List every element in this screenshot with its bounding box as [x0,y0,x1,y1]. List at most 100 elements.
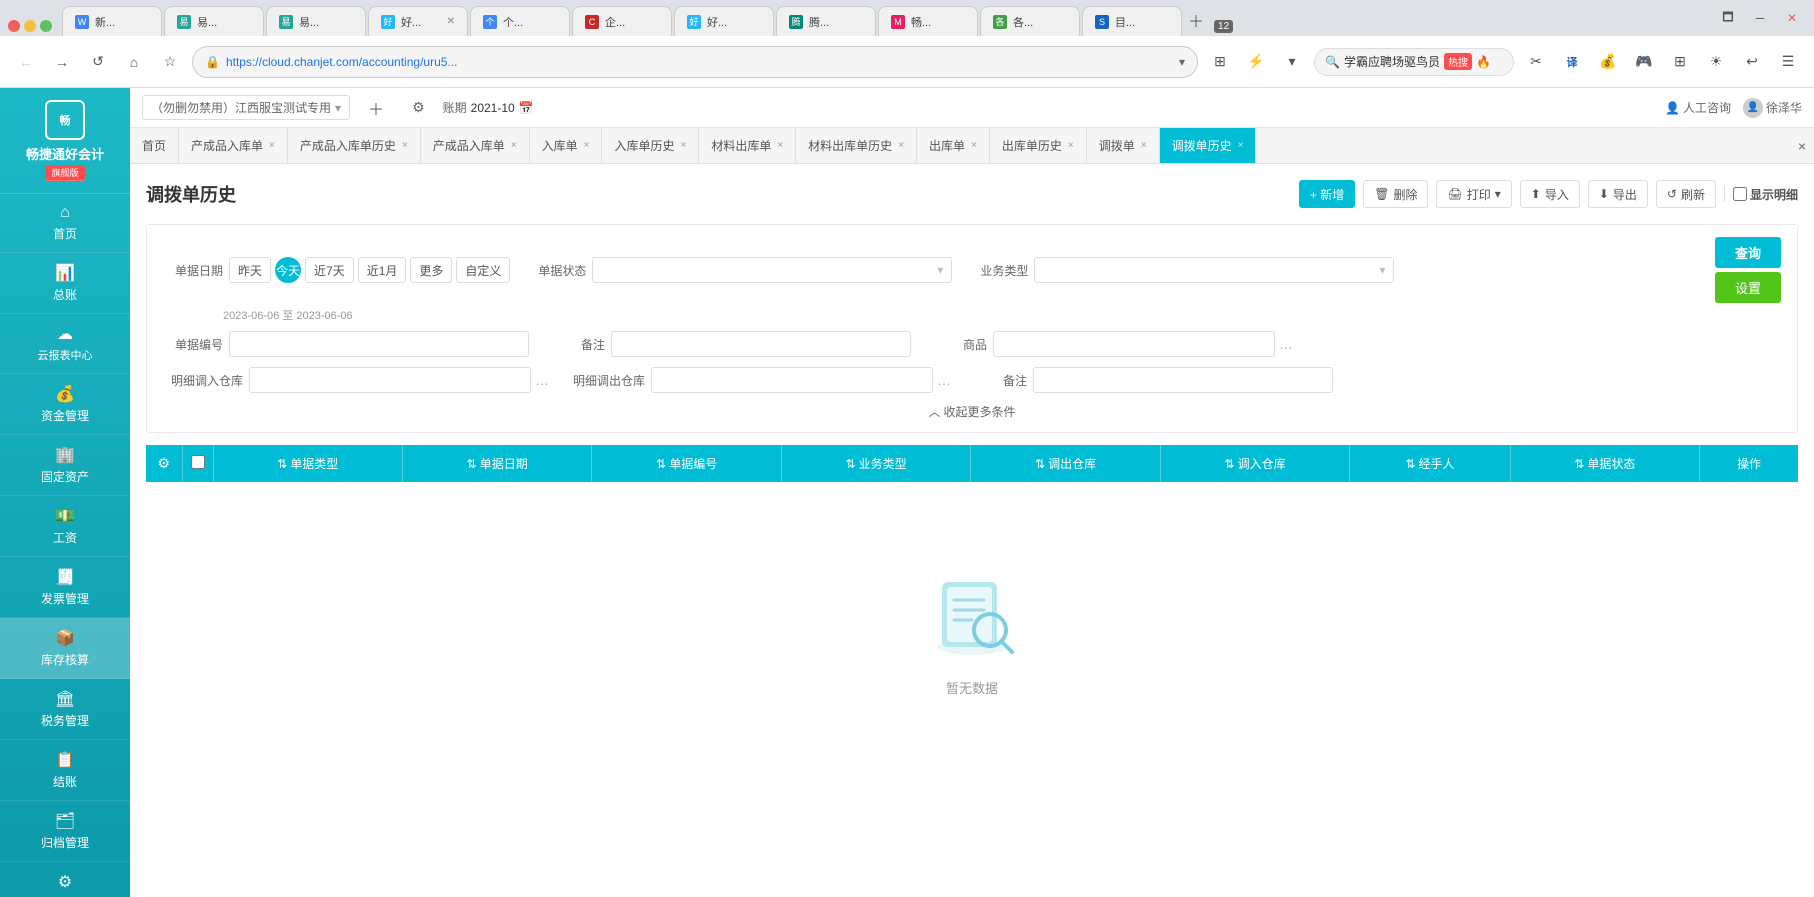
browser-tab-11[interactable]: S 目... [1082,6,1182,36]
browser-tab-8[interactable]: 腾 腾... [776,6,876,36]
tab-bar-close-btn[interactable]: × [1790,134,1814,158]
th-gear[interactable]: ⚙ [146,445,182,482]
page-tab-6[interactable]: 材料出库单 × [699,128,796,164]
print-btn[interactable]: 🖨 打印 ▾ [1436,180,1511,208]
th-out[interactable]: ⇅ 调出仓库 [971,445,1160,482]
page-tab-history-close[interactable]: × [1238,140,1244,151]
menu-btn[interactable]: ☰ [1774,48,1802,76]
delete-btn[interactable]: 🗑 删除 [1363,180,1428,208]
browser-tab-3[interactable]: 易 易... [266,6,366,36]
page-tab-7[interactable]: 材料出库单历史 × [796,128,917,164]
import-btn[interactable]: ⬆ 导入 [1520,180,1580,208]
back-btn[interactable]: ← [12,48,40,76]
reload-btn[interactable]: ↺ [84,48,112,76]
browser-tab-5[interactable]: 个 个... [470,6,570,36]
address-dropdown-icon[interactable]: ▾ [1179,55,1185,69]
page-tab-8-close[interactable]: × [971,140,977,151]
collapse-btn[interactable]: ︿ 收起更多条件 [928,403,1015,420]
window-min-btn[interactable] [24,20,36,32]
browser-tab-2[interactable]: 易 易... [164,6,264,36]
note-input[interactable] [611,331,911,357]
sidebar-item-invoice[interactable]: 🧾 发票管理 [0,557,130,618]
show-all-checkbox[interactable] [1733,187,1747,201]
grid-btn[interactable]: ⊞ [1666,48,1694,76]
browser-search-bar[interactable]: 🔍 学霸应聘场驱鸟员 热搜 🔥 [1314,48,1514,76]
sidebar-item-inventory[interactable]: 📦 库存核算 [0,618,130,679]
detail-in-input[interactable] [249,367,531,393]
table-gear-icon[interactable]: ⚙ [157,455,170,471]
page-tab-8[interactable]: 出库单 × [917,128,990,164]
browser-tab-10[interactable]: 各 各... [980,6,1080,36]
th-checkbox[interactable] [182,445,213,482]
window-close-btn[interactable] [8,20,20,32]
th-type[interactable]: ⇅ 单据类型 [213,445,402,482]
game-btn[interactable]: 🎮 [1630,48,1658,76]
goods-dots-btn[interactable]: … [1279,336,1293,352]
page-tab-9[interactable]: 出库单历史 × [990,128,1087,164]
page-tab-home[interactable]: 首页 [130,128,179,164]
page-tab-5-close[interactable]: × [680,140,686,151]
extensions-btn[interactable]: ⊞ [1206,48,1234,76]
select-all-checkbox[interactable] [191,455,205,469]
user-avatar-btn[interactable]: 👤 徐泽华 [1743,98,1802,118]
window-max-btn[interactable] [40,20,52,32]
sidebar-item-settings[interactable]: ⚙ 基础设置 [0,862,130,897]
company-selector[interactable]: （勿删勿禁用）江西服宝测试专用 ▾ [142,95,350,120]
browser-tab-4[interactable]: 好 好... ✕ [368,6,468,36]
show-all-btn[interactable]: 显示明细 [1733,186,1798,203]
page-tab-6-close[interactable]: × [777,140,783,151]
translate-btn[interactable]: 译 [1558,48,1586,76]
browser-tab-7[interactable]: 好 好... [674,6,774,36]
browser-tab-6[interactable]: C 企... [572,6,672,36]
address-bar[interactable]: 🔒 https://cloud.chanjet.com/accounting/u… [192,46,1198,78]
window-close-x-btn[interactable]: ✕ [1778,4,1806,32]
address-expand-btn[interactable]: ▾ [1278,48,1306,76]
lightning-btn[interactable]: ⚡ [1242,48,1270,76]
page-tab-4-close[interactable]: × [584,140,590,151]
query-btn[interactable]: 查询 [1715,237,1781,268]
detail-out-dots-btn[interactable]: … [937,372,951,388]
refresh-btn[interactable]: ↺ 刷新 [1656,180,1716,208]
sidebar-item-report[interactable]: ☁ 云报表中心 [0,314,130,374]
window-minimize-btn[interactable]: ─ [1746,4,1774,32]
period-value[interactable]: 2021-10 📅 [471,101,534,115]
detail-in-dots-btn[interactable]: … [535,372,549,388]
sidebar-item-home[interactable]: ⌂ 首页 [0,194,130,253]
page-tab-3-close[interactable]: × [511,140,517,151]
add-company-btn[interactable]: ＋ [358,94,394,122]
sidebar-item-ledger[interactable]: 📊 总账 [0,253,130,314]
date-btn-yesterday[interactable]: 昨天 [229,257,271,283]
th-handler[interactable]: ⇅ 经手人 [1350,445,1510,482]
wallet-btn[interactable]: 💰 [1594,48,1622,76]
page-tab-4[interactable]: 入库单 × [530,128,603,164]
home-btn[interactable]: ⌂ [120,48,148,76]
page-tab-2[interactable]: 产成品入库单历史 × [288,128,421,164]
tab-close-4[interactable]: ✕ [447,16,455,27]
scissors-btn[interactable]: ✂ [1522,48,1550,76]
date-btn-today[interactable]: 今天 [275,257,301,283]
page-tab-3[interactable]: 产成品入库单 × [421,128,530,164]
goods-input[interactable] [993,331,1275,357]
bookmark-btn[interactable]: ☆ [156,48,184,76]
browser-tab-9[interactable]: M 畅... [878,6,978,36]
customer-service-btn[interactable]: 👤 人工咨询 [1665,99,1731,116]
th-in[interactable]: ⇅ 调入仓库 [1160,445,1349,482]
export-btn[interactable]: ⬇ 导出 [1588,180,1648,208]
page-tab-5[interactable]: 入库单历史 × [602,128,699,164]
th-status[interactable]: ⇅ 单据状态 [1510,445,1699,482]
th-date[interactable]: ⇅ 单据日期 [402,445,591,482]
sidebar-item-fixed[interactable]: 🏢 固定资产 [0,435,130,496]
date-btn-1month[interactable]: 近1月 [358,257,407,283]
page-tab-10-close[interactable]: × [1141,140,1147,151]
browser-tab-1[interactable]: W 新... [62,6,162,36]
undo-btn[interactable]: ↩ [1738,48,1766,76]
th-biz[interactable]: ⇅ 业务类型 [781,445,970,482]
page-tab-2-close[interactable]: × [402,140,408,151]
window-restore-btn[interactable]: 🗖 [1714,4,1742,32]
new-btn[interactable]: + 新增 [1299,180,1355,208]
page-tab-1[interactable]: 产成品入库单 × [179,128,288,164]
new-tab-btn[interactable]: ＋ [1188,8,1204,36]
note2-input[interactable] [1033,367,1333,393]
sidebar-item-tax[interactable]: 🏛 税务管理 [0,679,130,740]
docno-input[interactable] [229,331,529,357]
